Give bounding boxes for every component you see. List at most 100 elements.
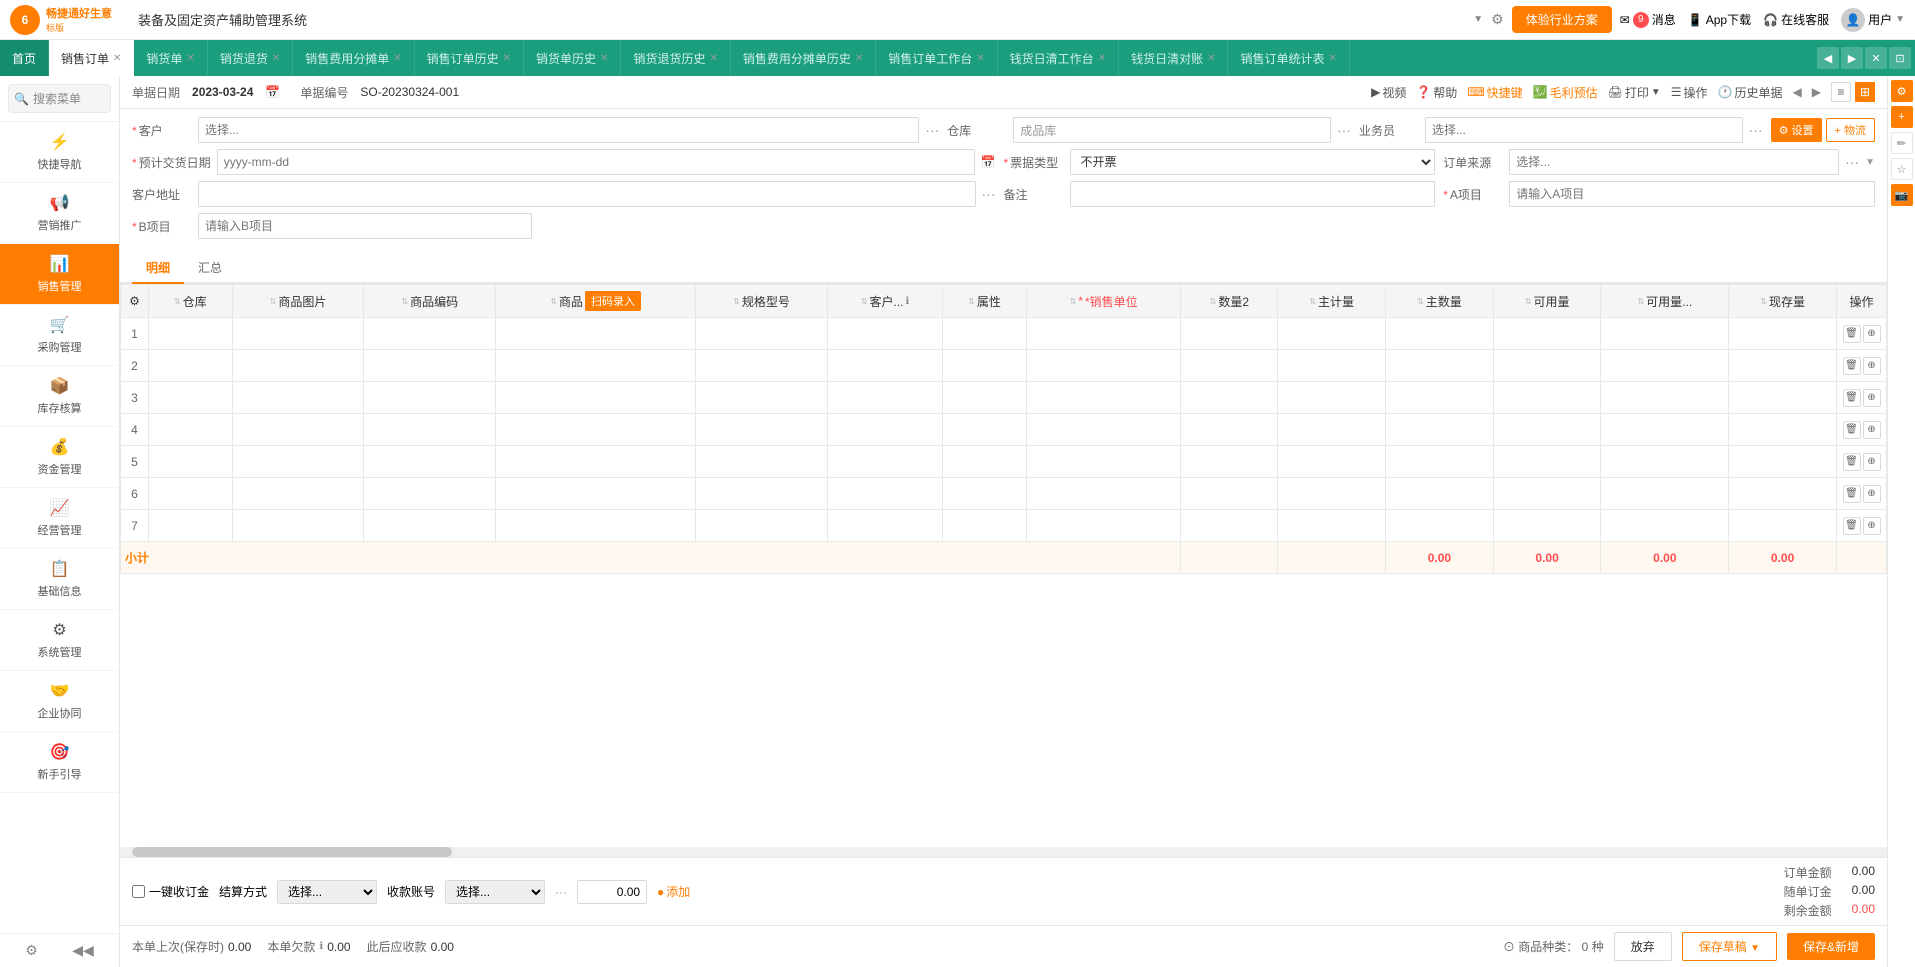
customer-address-input[interactable] — [198, 181, 976, 207]
sort-icon[interactable]: ⇅ — [550, 297, 557, 306]
copy-row-button[interactable]: ⊕ — [1863, 389, 1881, 407]
sidebar-item-base-info[interactable]: 📋 基础信息 — [0, 549, 119, 610]
calendar-icon[interactable]: 📅 — [265, 85, 280, 99]
dots-icon[interactable]: ··· — [555, 885, 567, 899]
sidebar-item-marketing[interactable]: 📢 营销推广 — [0, 183, 119, 244]
bank-account-select[interactable]: 选择... — [445, 880, 545, 904]
a-project-input[interactable] — [1509, 181, 1875, 207]
tab-expense[interactable]: 销售费用分摊单 ✕ — [293, 40, 414, 76]
delete-row-button[interactable]: 🗑 — [1843, 453, 1861, 471]
add-payment-button[interactable]: ● 添加 — [657, 883, 690, 900]
sidebar-item-sales[interactable]: 📊 销售管理 — [0, 244, 119, 305]
sort-icon[interactable]: ⇅ — [401, 297, 408, 306]
tab-returns[interactable]: 销货退货 ✕ — [208, 40, 293, 76]
delivery-calendar-icon[interactable]: 📅 — [981, 155, 996, 169]
right-panel-camera-button[interactable]: 📷 — [1891, 184, 1913, 206]
column-settings-icon[interactable]: ⚙ — [129, 294, 140, 308]
tab-returns-history[interactable]: 销货退货历史 ✕ — [621, 40, 730, 76]
search-menu-button[interactable]: 🔍 搜索菜单 — [8, 84, 111, 113]
customer-more-icon[interactable]: ··· — [925, 122, 939, 138]
delete-row-button[interactable]: 🗑 — [1843, 389, 1861, 407]
tab-daily-workbench[interactable]: 钱货日清工作台 ✕ — [998, 40, 1119, 76]
tab-close-icon[interactable]: ✕ — [1207, 53, 1215, 64]
nav-next-button[interactable]: ▶ — [1841, 47, 1863, 69]
payment-method-select[interactable]: 选择... — [277, 880, 377, 904]
sort-icon[interactable]: ⇅ — [733, 297, 740, 306]
tab-close-icon[interactable]: ✕ — [503, 53, 511, 64]
tab-close-icon[interactable]: ✕ — [1098, 53, 1106, 64]
amount-input[interactable] — [577, 880, 647, 904]
delete-row-button[interactable]: 🗑 — [1843, 357, 1861, 375]
copy-row-button[interactable]: ⊕ — [1863, 357, 1881, 375]
one-click-checkbox[interactable] — [132, 885, 145, 898]
right-panel-lock-button[interactable]: + — [1891, 106, 1913, 128]
tab-close-icon[interactable]: ✕ — [855, 53, 863, 64]
order-source-input[interactable] — [1509, 149, 1839, 175]
tab-sales-order[interactable]: 销售订单 ✕ — [49, 40, 134, 76]
customer-input[interactable] — [198, 117, 919, 143]
industry-solution-button[interactable]: 体验行业方案 — [1512, 6, 1612, 33]
col-settings-header[interactable]: ⚙ — [121, 285, 149, 318]
settings-icon[interactable]: ⚙ — [1491, 11, 1504, 28]
sort-icon[interactable]: ⇅ — [1637, 297, 1644, 306]
tab-close-icon[interactable]: ✕ — [272, 53, 280, 64]
address-more-icon[interactable]: ··· — [982, 186, 996, 202]
info-icon[interactable]: ℹ — [319, 941, 323, 952]
delete-row-button[interactable]: 🗑 — [1843, 421, 1861, 439]
tab-close-icon[interactable]: ✕ — [1329, 53, 1337, 64]
info-icon[interactable]: ℹ — [906, 296, 910, 307]
view-button[interactable]: ▶ 视频 — [1371, 84, 1406, 101]
sort-icon[interactable]: ⇅ — [1525, 297, 1532, 306]
tab-detail[interactable]: 明细 — [132, 253, 184, 284]
tab-summary[interactable]: 汇总 — [184, 253, 236, 284]
copy-row-button[interactable]: ⊕ — [1863, 485, 1881, 503]
notes-input[interactable] — [1070, 181, 1436, 207]
sort-icon[interactable]: ⇅ — [270, 297, 277, 306]
sort-icon[interactable]: ⇅ — [174, 297, 181, 306]
tab-expense-history[interactable]: 销售费用分摊单历史 ✕ — [731, 40, 876, 76]
horizontal-scrollbar[interactable] — [132, 847, 1875, 857]
save-draft-button[interactable]: 保存草稿 ▼ — [1682, 932, 1777, 961]
tab-close-icon[interactable]: ✕ — [976, 53, 984, 64]
warehouse-input[interactable] — [1013, 117, 1331, 143]
tab-sales-list[interactable]: 销货单 ✕ — [134, 40, 207, 76]
sidebar-item-collab[interactable]: 🤝 企业协同 — [0, 671, 119, 732]
list-view-button[interactable]: ≡ — [1831, 82, 1851, 102]
tab-close-icon[interactable]: ✕ — [393, 53, 401, 64]
app-download-item[interactable]: 📱 App下载 — [1688, 11, 1751, 28]
sidebar-item-guide[interactable]: 🎯 新手引导 — [0, 732, 119, 793]
nav-expand-button[interactable]: ⊡ — [1889, 47, 1911, 69]
tab-close-icon[interactable]: ✕ — [600, 53, 608, 64]
right-panel-star-button[interactable]: ☆ — [1891, 158, 1913, 180]
sort-icon[interactable]: ⇅ — [861, 297, 868, 306]
tab-close-icon[interactable]: ✕ — [113, 53, 121, 64]
sort-icon[interactable]: ⇅ — [1070, 297, 1077, 306]
user-menu-item[interactable]: 👤 用户 ▼ — [1841, 8, 1905, 32]
save-new-button[interactable]: 保存&新增 — [1787, 933, 1875, 960]
sort-icon[interactable]: ⇅ — [1417, 297, 1424, 306]
tab-sales-history[interactable]: 销货单历史 ✕ — [524, 40, 621, 76]
nav-close-button[interactable]: ✕ — [1865, 47, 1887, 69]
copy-row-button[interactable]: ⊕ — [1863, 421, 1881, 439]
nav-next-form-icon[interactable]: ▶ — [1812, 85, 1821, 99]
product-count-icon[interactable]: ⊙ — [1503, 940, 1515, 954]
history-button[interactable]: 🕐 历史单据 — [1718, 84, 1783, 101]
add-material-button[interactable]: + 物流 — [1826, 118, 1875, 142]
delete-row-button[interactable]: 🗑 — [1843, 517, 1861, 535]
copy-row-button[interactable]: ⊕ — [1863, 453, 1881, 471]
warehouse-more-icon[interactable]: ··· — [1337, 122, 1351, 138]
tab-close-icon[interactable]: ✕ — [186, 53, 194, 64]
help-button[interactable]: ❓ 帮助 — [1416, 84, 1457, 101]
sidebar-item-system[interactable]: ⚙ 系统管理 — [0, 610, 119, 671]
salesperson-more-icon[interactable]: ··· — [1749, 122, 1763, 138]
tab-workbench[interactable]: 销售订单工作台 ✕ — [876, 40, 997, 76]
tab-reconcile[interactable]: 钱货日清对账 ✕ — [1119, 40, 1228, 76]
discard-button[interactable]: 放弃 — [1614, 932, 1672, 961]
grid-view-button[interactable]: ⊞ — [1855, 82, 1875, 102]
sidebar-settings-icon[interactable]: ⚙ — [25, 942, 38, 959]
operation-button[interactable]: ☰ 操作 — [1671, 84, 1708, 101]
copy-row-button[interactable]: ⊕ — [1863, 517, 1881, 535]
tab-home[interactable]: 首页 — [0, 40, 49, 76]
sidebar-collapse-icon[interactable]: ◀◀ — [72, 942, 94, 959]
setting-button[interactable]: ⚙ 设置 — [1771, 118, 1822, 142]
